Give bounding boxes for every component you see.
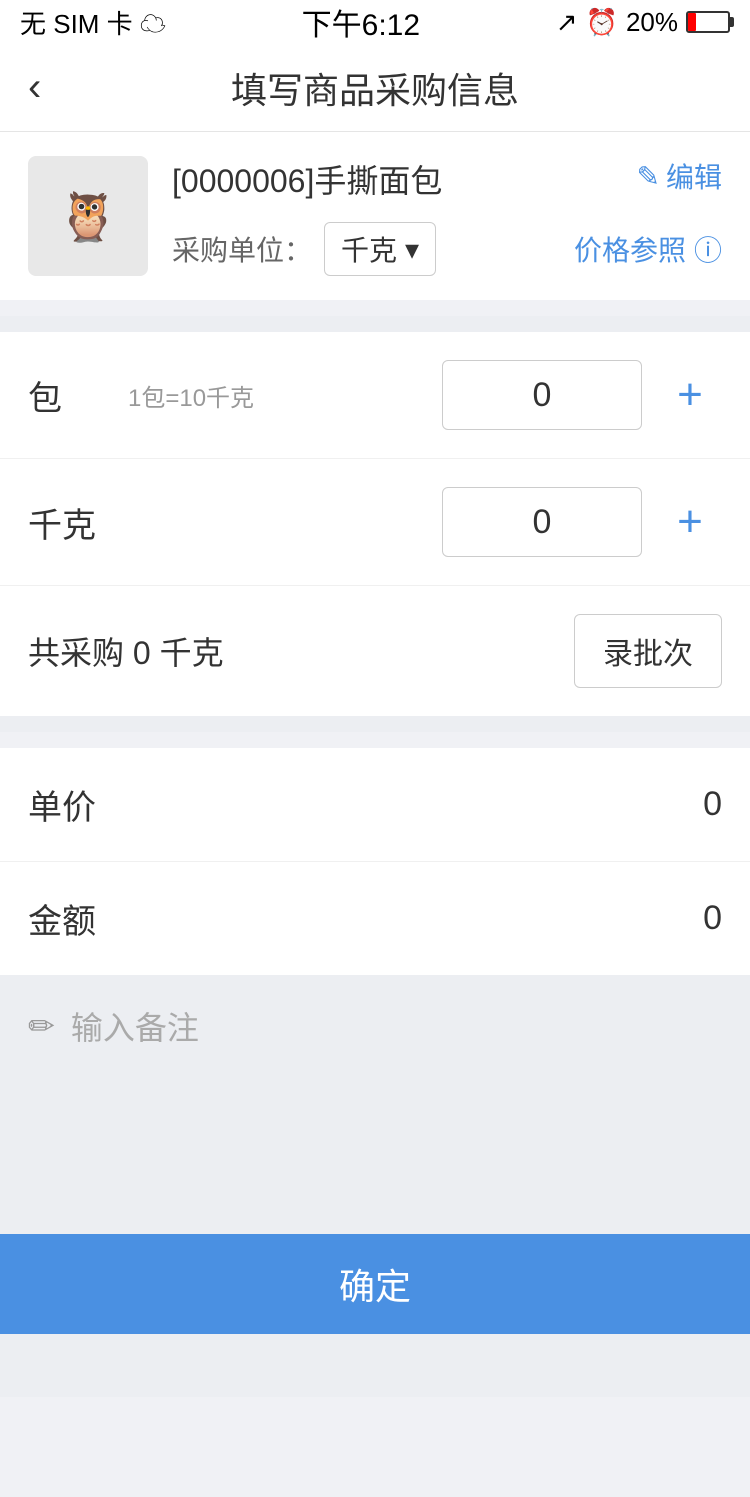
remarks-section[interactable]: ✏ 输入备注: [0, 975, 750, 1077]
amount-row: 金额 0: [0, 862, 750, 975]
bao-input[interactable]: 0: [442, 360, 642, 430]
unit-price-value: 0: [703, 785, 722, 824]
unit-price-row: 单价 0: [0, 748, 750, 862]
kg-field-wrap: 0 +: [128, 487, 722, 557]
bao-field-wrap: 0 +: [274, 360, 722, 430]
total-text: 共采购 0 千克: [28, 628, 224, 674]
total-row: 共采购 0 千克 录批次: [0, 586, 750, 716]
batch-button[interactable]: 录批次: [574, 614, 722, 688]
price-ref-label: 价格参照: [574, 229, 686, 269]
kg-input-row: 千克 0 +: [0, 459, 750, 586]
section-divider-1: [0, 316, 750, 332]
amount-value: 0: [703, 899, 722, 938]
alarm-icon: ⏰: [586, 7, 618, 38]
status-time: 下午6:12: [302, 0, 420, 44]
product-unit: 采购单位： 千克 ▾: [172, 222, 436, 276]
product-second-row: 采购单位： 千克 ▾ 价格参照 ⓘ: [172, 222, 722, 276]
total-value: 0: [133, 635, 151, 671]
edit-button[interactable]: ✎ 编辑: [637, 156, 722, 196]
nav-bar: ‹ 填写商品采购信息: [0, 44, 750, 132]
unit-price-label: 单价: [28, 780, 96, 829]
input-section: 包 1包=10千克 0 + 千克 0 +: [0, 332, 750, 586]
amount-label: 金额: [28, 894, 96, 943]
edit-icon: ✎: [637, 160, 660, 193]
status-right: ↗ ⏰ 20%: [556, 7, 730, 38]
product-name: [0000006]手撕面包: [172, 156, 442, 202]
product-info: [0000006]手撕面包 ✎ 编辑 采购单位： 千克 ▾ 价格参照 ⓘ: [172, 156, 722, 276]
info-icon: ⓘ: [694, 229, 722, 269]
battery-icon: [686, 11, 730, 33]
bao-input-row: 包 1包=10千克 0 +: [0, 332, 750, 459]
product-image: 🦉: [28, 156, 148, 276]
pencil-icon: ✏: [28, 1007, 55, 1045]
sim-status: 无 SIM 卡 ☁: [20, 4, 166, 41]
back-button[interactable]: ‹: [28, 65, 41, 110]
bao-sublabel: 1包=10千克: [128, 378, 254, 413]
section-divider-2: [0, 716, 750, 732]
dropdown-arrow-icon: ▾: [405, 233, 419, 266]
remarks-placeholder: 输入备注: [71, 1003, 199, 1049]
status-left: 无 SIM 卡 ☁: [20, 4, 166, 41]
status-bar: 无 SIM 卡 ☁ 下午6:12 ↗ ⏰ 20%: [0, 0, 750, 44]
unit-dropdown[interactable]: 千克 ▾: [324, 222, 436, 276]
bao-label: 包: [28, 371, 108, 420]
price-ref-button[interactable]: 价格参照 ⓘ: [574, 229, 722, 269]
battery-text: 20%: [626, 7, 678, 38]
product-logo: 🦉: [58, 188, 118, 245]
unit-prefix-label: 采购单位：: [172, 229, 312, 269]
kg-input[interactable]: 0: [442, 487, 642, 557]
product-card: 🦉 [0000006]手撕面包 ✎ 编辑 采购单位： 千克 ▾: [0, 132, 750, 300]
unit-value: 千克: [341, 229, 397, 269]
bao-plus-button[interactable]: +: [658, 363, 722, 427]
gps-icon: ↗: [556, 7, 578, 38]
info-section: 单价 0 金额 0: [0, 748, 750, 975]
kg-plus-button[interactable]: +: [658, 490, 722, 554]
confirm-button[interactable]: 确定: [0, 1234, 750, 1334]
page-title: 填写商品采购信息: [231, 62, 519, 114]
product-header: [0000006]手撕面包 ✎ 编辑: [172, 156, 722, 202]
kg-label: 千克: [28, 498, 108, 547]
